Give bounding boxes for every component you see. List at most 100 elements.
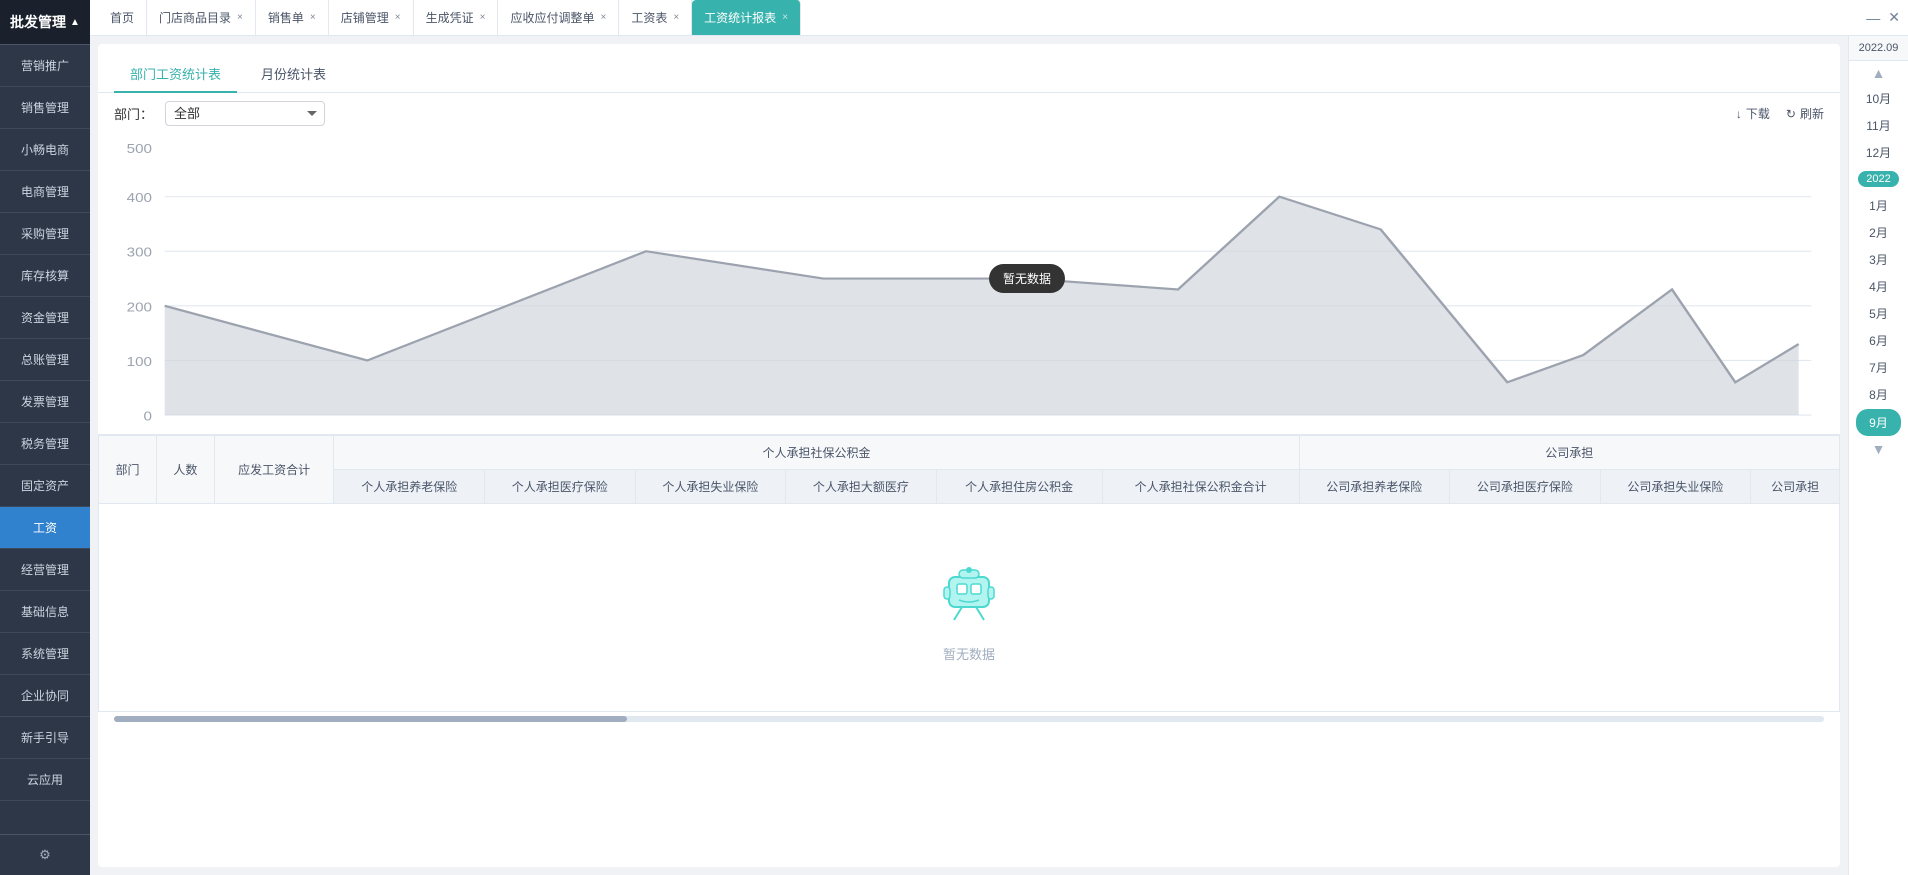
table-area[interactable]: 部门 人数 应发工资合计 个人承担社保公积金 公司承担 个人承担养老保险 个人承… bbox=[98, 434, 1840, 867]
empty-cell: 暂无数据 bbox=[99, 504, 1840, 712]
tab-close-门店商品目录[interactable]: × bbox=[237, 12, 243, 23]
sidebar-toggle-icon[interactable]: ▲ bbox=[70, 17, 80, 28]
empty-robot-icon bbox=[929, 552, 1009, 632]
window-controls: — ✕ bbox=[1866, 9, 1900, 26]
cal-month-7月[interactable]: 7月 bbox=[1850, 354, 1906, 381]
th-company-other: 公司承担 bbox=[1751, 470, 1840, 504]
sidebar-item-营销推广[interactable]: 营销推广 bbox=[0, 45, 90, 87]
tab-month-stats[interactable]: 月份统计表 bbox=[245, 56, 342, 93]
toolbar-right: ↓ 下载 ↻ 刷新 bbox=[1736, 105, 1824, 122]
cal-year-badge: 2022 bbox=[1858, 171, 1898, 187]
download-icon: ↓ bbox=[1736, 107, 1742, 121]
horizontal-scrollbar[interactable] bbox=[114, 716, 1824, 722]
cal-month-9月[interactable]: 9月 bbox=[1856, 409, 1900, 436]
th-company-social: 公司承担 bbox=[1299, 436, 1840, 470]
salary-table: 部门 人数 应发工资合计 个人承担社保公积金 公司承担 个人承担养老保险 个人承… bbox=[98, 435, 1840, 712]
top-tab-门店商品目录[interactable]: 门店商品目录× bbox=[147, 0, 256, 35]
sidebar-item-经营管理[interactable]: 经营管理 bbox=[0, 549, 90, 591]
cal-month-3月[interactable]: 3月 bbox=[1850, 246, 1906, 273]
dept-label: 部门： bbox=[114, 104, 153, 123]
tab-close-应收应付调整单[interactable]: × bbox=[600, 12, 606, 23]
cal-month-1月[interactable]: 1月 bbox=[1850, 192, 1906, 219]
minimize-icon[interactable]: — bbox=[1866, 10, 1880, 26]
top-tab-工资表[interactable]: 工资表× bbox=[619, 0, 692, 35]
cal-month-10月[interactable]: 10月 bbox=[1850, 85, 1906, 112]
th-personal-unemployment: 个人承担失业保险 bbox=[635, 470, 786, 504]
th-count: 人数 bbox=[156, 436, 214, 504]
tab-close-生成凭证[interactable]: × bbox=[480, 12, 486, 23]
sidebar-item-云应用[interactable]: 云应用 bbox=[0, 759, 90, 801]
top-tab-首页[interactable]: 首页 bbox=[98, 0, 147, 35]
top-tabs-bar: 首页门店商品目录×销售单×店铺管理×生成凭证×应收应付调整单×工资表×工资统计报… bbox=[90, 0, 1908, 36]
sidebar-item-发票管理[interactable]: 发票管理 bbox=[0, 381, 90, 423]
toolbar-left: 部门： 全部 bbox=[114, 101, 325, 126]
sidebar-footer-settings[interactable]: ⚙ bbox=[0, 834, 90, 875]
refresh-icon: ↻ bbox=[1786, 107, 1796, 121]
cal-month-4月[interactable]: 4月 bbox=[1850, 273, 1906, 300]
scrollbar-thumb bbox=[114, 716, 627, 722]
sidebar-item-新手引导[interactable]: 新手引导 bbox=[0, 717, 90, 759]
tab-close-销售单[interactable]: × bbox=[310, 12, 316, 23]
svg-text:200: 200 bbox=[127, 300, 152, 315]
sidebar-item-企业协同[interactable]: 企业协同 bbox=[0, 675, 90, 717]
cal-month-2月[interactable]: 2月 bbox=[1850, 219, 1906, 246]
sidebar: 批发管理 ▲ 营销推广销售管理小畅电商电商管理采购管理库存核算资金管理总账管理发… bbox=[0, 0, 90, 875]
svg-text:400: 400 bbox=[127, 191, 152, 206]
th-total-salary: 应发工资合计 bbox=[214, 436, 334, 504]
cal-next-btn[interactable]: ▼ bbox=[1849, 437, 1908, 461]
th-company-medical: 公司承担医疗保险 bbox=[1450, 470, 1601, 504]
sidebar-item-资金管理[interactable]: 资金管理 bbox=[0, 297, 90, 339]
th-personal-medical: 个人承担医疗保险 bbox=[485, 470, 636, 504]
empty-state: 暂无数据 bbox=[109, 512, 1829, 703]
cal-month-8月[interactable]: 8月 bbox=[1850, 381, 1906, 408]
th-personal-social: 个人承担社保公积金 bbox=[334, 436, 1299, 470]
sidebar-item-采购管理[interactable]: 采购管理 bbox=[0, 213, 90, 255]
cal-month-5月[interactable]: 5月 bbox=[1850, 300, 1906, 327]
svg-text:500: 500 bbox=[127, 142, 152, 157]
top-tab-店铺管理[interactable]: 店铺管理× bbox=[329, 0, 414, 35]
th-company-unemployment: 公司承担失业保险 bbox=[1600, 470, 1751, 504]
tab-dept-salary[interactable]: 部门工资统计表 bbox=[114, 56, 237, 93]
cal-prev-btn[interactable]: ▲ bbox=[1849, 61, 1908, 85]
sidebar-item-总账管理[interactable]: 总账管理 bbox=[0, 339, 90, 381]
sidebar-item-小畅电商[interactable]: 小畅电商 bbox=[0, 129, 90, 171]
dept-select[interactable]: 全部 bbox=[165, 101, 325, 126]
close-icon[interactable]: ✕ bbox=[1888, 9, 1900, 26]
sidebar-header: 批发管理 ▲ bbox=[0, 0, 90, 45]
cal-month-6月[interactable]: 6月 bbox=[1850, 327, 1906, 354]
download-button[interactable]: ↓ 下载 bbox=[1736, 105, 1770, 122]
table-header-row-2: 个人承担养老保险 个人承担医疗保险 个人承担失业保险 个人承担大额医疗 个人承担… bbox=[99, 470, 1840, 504]
cal-year-badge-row: 2022 bbox=[1850, 166, 1906, 192]
cal-nav: ▲ 10月11月12月 2022 1月2月3月4月5月6月7月8月9月 ▼ bbox=[1849, 61, 1908, 461]
th-dept: 部门 bbox=[99, 436, 157, 504]
th-company-pension: 公司承担养老保险 bbox=[1299, 470, 1450, 504]
toolbar: 部门： 全部 ↓ 下载 ↻ 刷新 bbox=[98, 93, 1840, 134]
table-empty-row: 暂无数据 bbox=[99, 504, 1840, 712]
sidebar-item-税务管理[interactable]: 税务管理 bbox=[0, 423, 90, 465]
top-tab-生成凭证[interactable]: 生成凭证× bbox=[414, 0, 499, 35]
sidebar-item-基础信息[interactable]: 基础信息 bbox=[0, 591, 90, 633]
cal-month-12月[interactable]: 12月 bbox=[1850, 139, 1906, 166]
top-tab-销售单[interactable]: 销售单× bbox=[256, 0, 329, 35]
top-tab-工资统计报表[interactable]: 工资统计报表× bbox=[692, 0, 801, 35]
svg-text:0: 0 bbox=[144, 409, 153, 424]
cal-month-11月[interactable]: 11月 bbox=[1850, 112, 1906, 139]
page-content: 部门工资统计表 月份统计表 部门： 全部 ↓ 下载 ↻ bbox=[98, 44, 1840, 867]
refresh-button[interactable]: ↻ 刷新 bbox=[1786, 105, 1824, 122]
refresh-label: 刷新 bbox=[1800, 105, 1824, 122]
sidebar-item-工资[interactable]: 工资 bbox=[0, 507, 90, 549]
th-personal-total: 个人承担社保公积金合计 bbox=[1102, 470, 1299, 504]
sidebar-item-固定资产[interactable]: 固定资产 bbox=[0, 465, 90, 507]
sidebar-item-销售管理[interactable]: 销售管理 bbox=[0, 87, 90, 129]
tab-close-工资表[interactable]: × bbox=[673, 12, 679, 23]
cal-year-label: 2022.09 bbox=[1849, 36, 1908, 61]
content-area: 部门工资统计表 月份统计表 部门： 全部 ↓ 下载 ↻ bbox=[90, 36, 1908, 875]
sidebar-item-系统管理[interactable]: 系统管理 bbox=[0, 633, 90, 675]
top-tab-应收应付调整单[interactable]: 应收应付调整单× bbox=[498, 0, 619, 35]
sidebar-item-电商管理[interactable]: 电商管理 bbox=[0, 171, 90, 213]
sidebar-item-库存核算[interactable]: 库存核算 bbox=[0, 255, 90, 297]
tab-close-工资统计报表[interactable]: × bbox=[782, 12, 788, 23]
tab-close-店铺管理[interactable]: × bbox=[395, 12, 401, 23]
svg-text:300: 300 bbox=[127, 246, 152, 261]
area-chart: 0 100 200 300 400 500 bbox=[114, 142, 1824, 426]
